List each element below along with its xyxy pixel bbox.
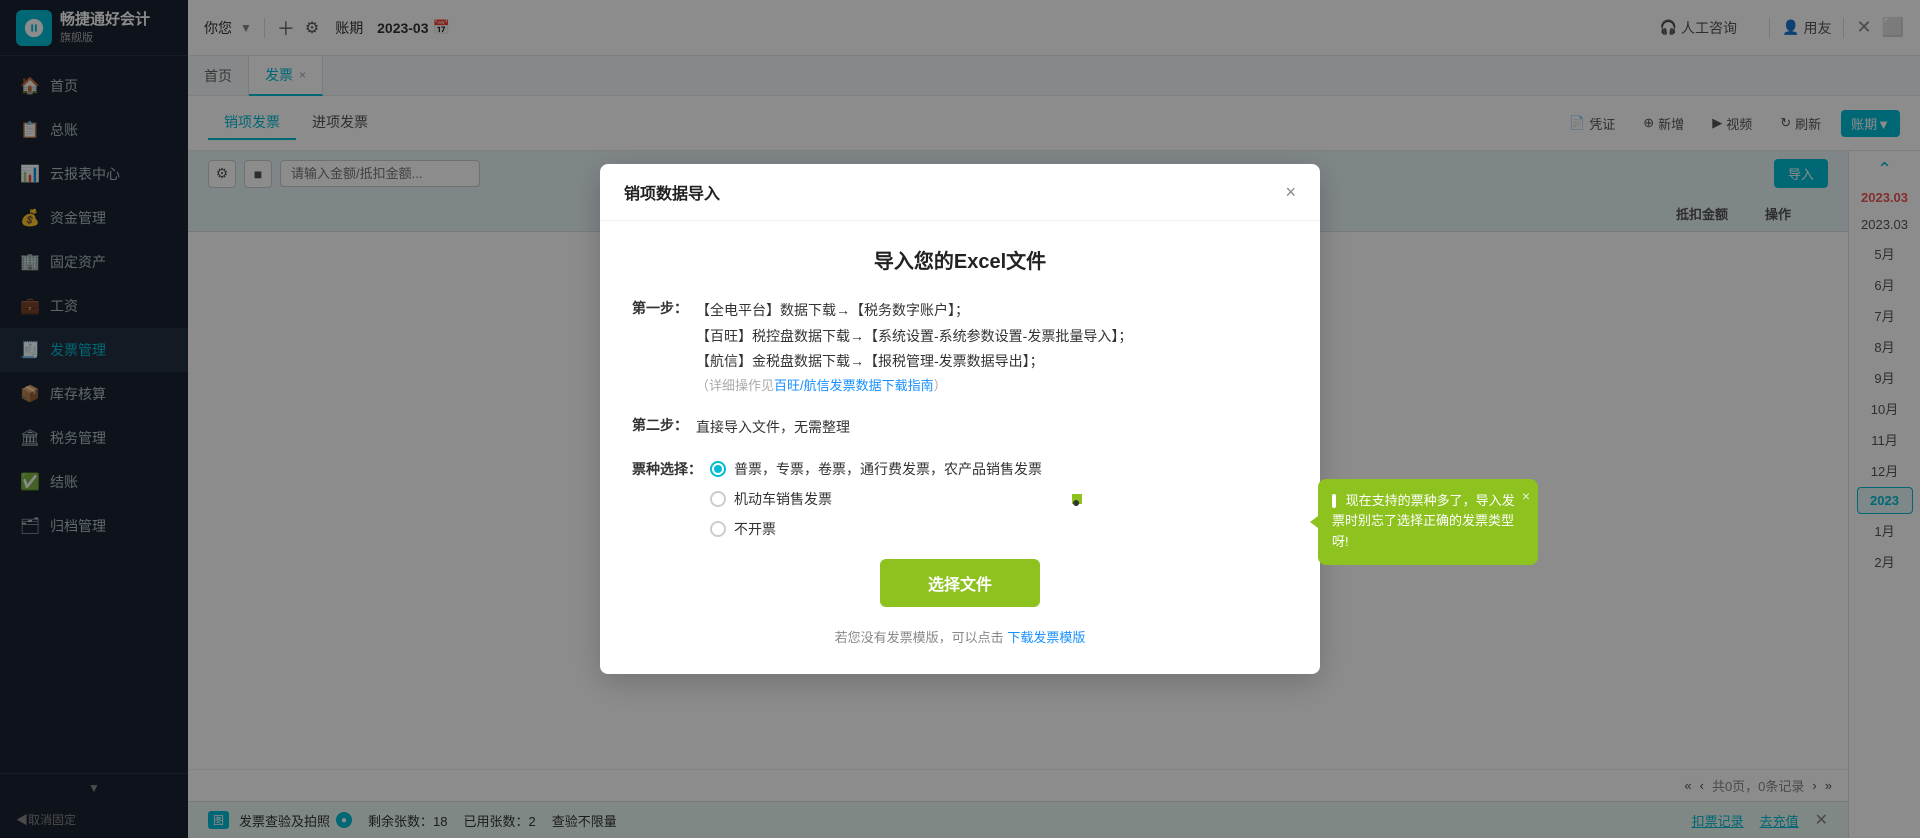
step1-detail-link-wrapper: （详细操作见百旺/航信发票数据下载指南） (696, 374, 1132, 397)
radio-none-circle (710, 521, 726, 537)
tooltip-dot: ● (1072, 494, 1082, 504)
ticket-select: 票种选择： 普票，专票，卷票，通行费发票，农产品销售发票 机动车销售发票 (632, 459, 1288, 539)
tooltip-bubble: 现在支持的票种多了，导入发票时别忘了选择正确的发票类型呀! × (1318, 479, 1538, 565)
step-1: 第一步： 【全电平台】数据下载→【税务数字账户】； 【百旺】税控盘数据下载→【系… (632, 298, 1288, 397)
radio-motor-circle (710, 491, 726, 507)
modal-body: 导入您的Excel文件 第一步： 【全电平台】数据下载→【税务数字账户】； 【百… (600, 221, 1320, 673)
download-template-link[interactable]: 下载发票模版 (1007, 630, 1085, 645)
modal-import-title: 导入您的Excel文件 (632, 245, 1288, 274)
radio-none[interactable]: 不开票 (710, 519, 1042, 539)
tooltip-bullet (1332, 494, 1336, 508)
radio-group: 普票，专票，卷票，通行费发票，农产品销售发票 机动车销售发票 ● 不开票 (702, 459, 1042, 539)
radio-normal-circle (710, 461, 726, 477)
step2-content: 直接导入文件，无需整理 (696, 415, 850, 440)
step1-detail-link[interactable]: 百旺/航信发票数据下载指南 (774, 378, 934, 393)
radio-normal-dot (714, 465, 722, 473)
tooltip-close-btn[interactable]: × (1522, 485, 1530, 507)
step-2: 第二步： 直接导入文件，无需整理 (632, 415, 1288, 440)
radio-normal[interactable]: 普票，专票，卷票，通行费发票，农产品销售发票 (710, 459, 1042, 479)
modal-close-btn[interactable]: × (1285, 182, 1296, 203)
select-file-btn[interactable]: 选择文件 (880, 559, 1040, 607)
modal-overlay: 销项数据导入 × 导入您的Excel文件 第一步： 【全电平台】数据下载→【税务… (0, 0, 1920, 838)
modal-footer-note: 若您没有发票模版，可以点击 下载发票模版 (632, 627, 1288, 646)
modal-header: 销项数据导入 × (600, 164, 1320, 221)
step1-content: 【全电平台】数据下载→【税务数字账户】； 【百旺】税控盘数据下载→【系统设置-系… (696, 298, 1132, 397)
radio-motor[interactable]: 机动车销售发票 ● (710, 489, 1042, 509)
import-modal: 销项数据导入 × 导入您的Excel文件 第一步： 【全电平台】数据下载→【税务… (600, 164, 1320, 673)
